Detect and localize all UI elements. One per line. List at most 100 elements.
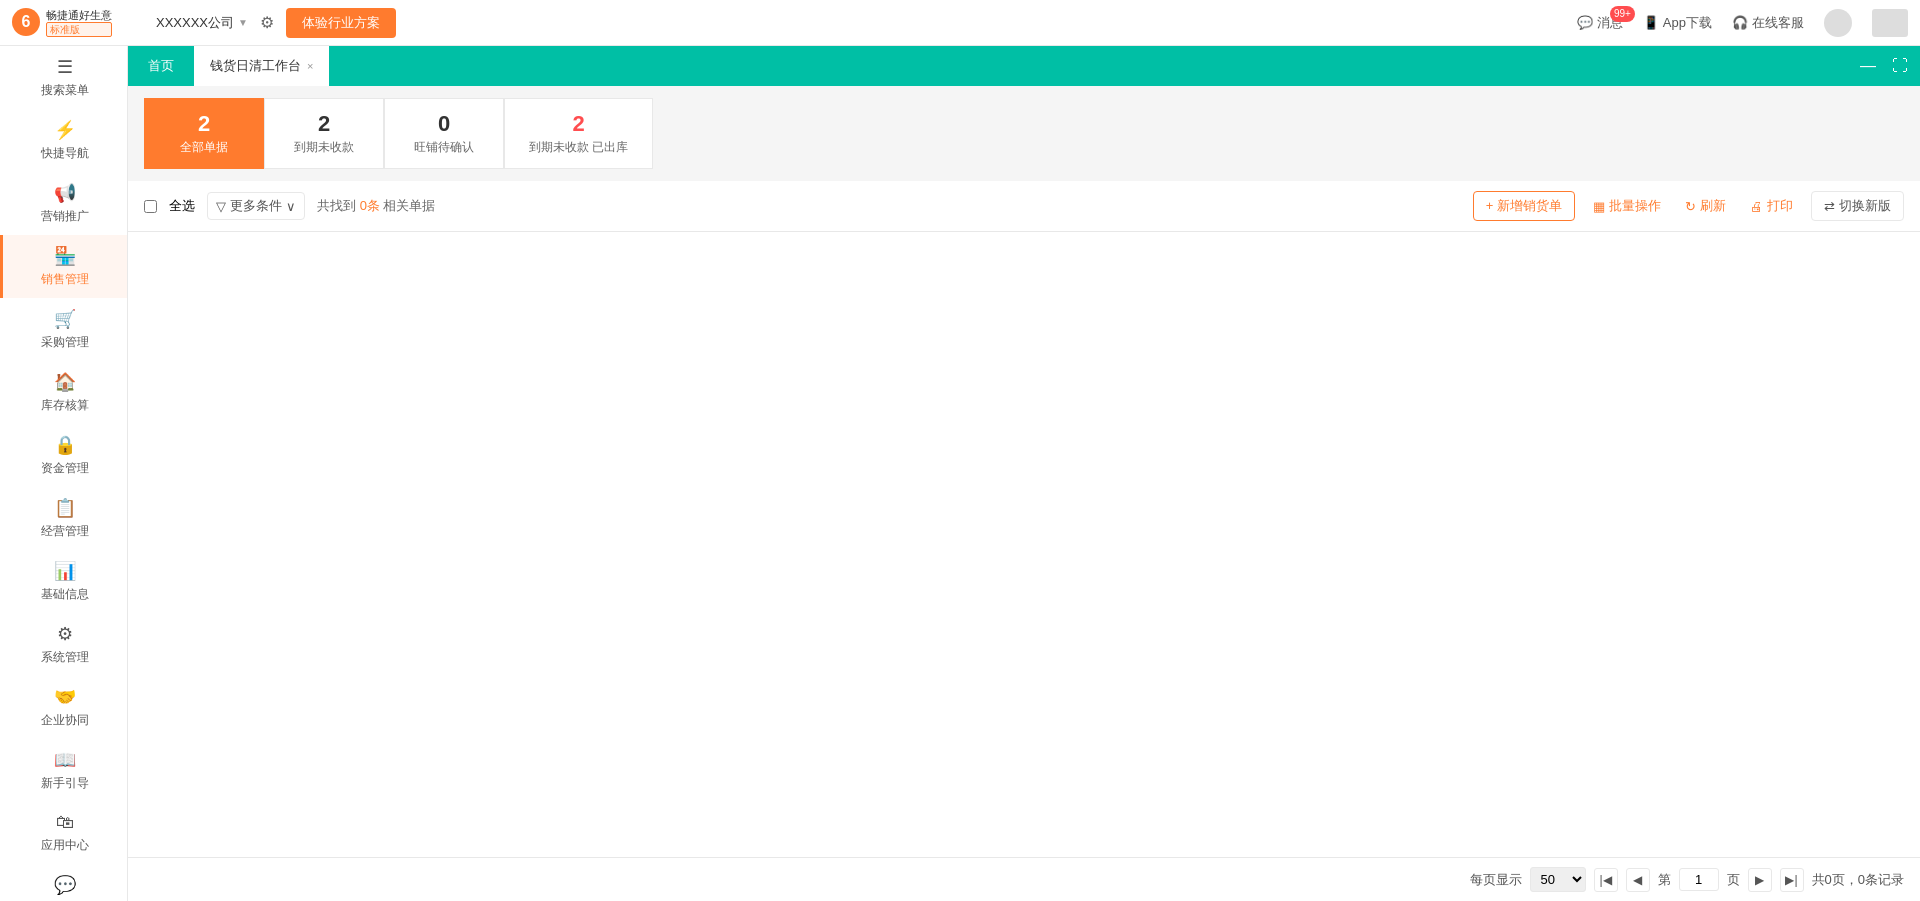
stat-card-3[interactable]: 2 到期未收款 已出库 (504, 98, 653, 169)
page-suffix: 页 (1727, 871, 1740, 889)
sidebar-item-8[interactable]: 📊 基础信息 (0, 550, 127, 613)
print-icon: 🖨 (1750, 199, 1763, 214)
stat-label-0: 全部单据 (169, 139, 239, 156)
company-name: XXXXXX公司 (156, 14, 234, 32)
sidebar-item-2[interactable]: 📢 营销推广 (0, 172, 127, 235)
print-button[interactable]: 🖨 打印 (1744, 193, 1799, 219)
filter-label: 更多条件 (230, 197, 282, 215)
chevron-down-icon: ▼ (238, 17, 248, 28)
user-dropdown[interactable] (1872, 9, 1908, 37)
refresh-button[interactable]: ↻ 刷新 (1679, 193, 1732, 219)
phone-icon: 📱 (1643, 15, 1659, 30)
sidebar-icon-13: 💬 (54, 874, 76, 896)
sidebar-label-4: 采购管理 (41, 334, 89, 351)
sidebar-icon-7: 📋 (54, 497, 76, 519)
company-selector[interactable]: XXXXXX公司 ▼ (156, 14, 248, 32)
add-sale-button[interactable]: + 新增销货单 (1473, 191, 1575, 221)
sidebar-icon-6: 🔒 (54, 434, 76, 456)
select-all-checkbox[interactable] (144, 200, 157, 213)
next-page-button[interactable]: ▶ (1748, 868, 1772, 892)
trial-button[interactable]: 体验行业方案 (286, 8, 396, 38)
settings-icon[interactable]: ⚙ (260, 13, 274, 32)
sidebar-icon-2: 📢 (54, 182, 76, 204)
page-label: 第 (1658, 871, 1671, 889)
found-suffix: 相关单据 (383, 198, 435, 213)
tab-close-icon[interactable]: × (307, 60, 313, 72)
content-area: 首页 钱货日清工作台 × — ⛶ 2 全部单据 2 到期未收款 0 旺铺待确认 … (128, 46, 1920, 901)
sidebar-label-9: 系统管理 (41, 649, 89, 666)
stat-label-1: 到期未收款 (289, 139, 359, 156)
app-download-label: App下载 (1663, 14, 1712, 32)
table-area (128, 232, 1920, 857)
tab-bar: 首页 钱货日清工作台 × — ⛶ (128, 46, 1920, 86)
avatar[interactable] (1824, 9, 1852, 37)
sidebar-item-11[interactable]: 📖 新手引导 (0, 739, 127, 802)
sidebar-item-13[interactable]: 💬 企业微信 (0, 864, 127, 901)
online-service-item[interactable]: 🎧 在线客服 (1732, 14, 1804, 32)
found-count: 0条 (360, 198, 380, 213)
sidebar-icon-3: 🏪 (54, 245, 76, 267)
main-layout: ☰ 搜索菜单 ⚡ 快捷导航 📢 营销推广 🏪 销售管理 🛒 采购管理 🏠 库存核… (0, 46, 1920, 901)
sidebar-icon-0: ☰ (57, 56, 73, 78)
refresh-label: 刷新 (1700, 197, 1726, 215)
sidebar-icon-10: 🤝 (54, 686, 76, 708)
sidebar-label-3: 销售管理 (41, 271, 89, 288)
sidebar: ☰ 搜索菜单 ⚡ 快捷导航 📢 营销推广 🏪 销售管理 🛒 采购管理 🏠 库存核… (0, 46, 128, 901)
batch-icon: ▦ (1593, 199, 1605, 214)
stat-number-2: 0 (409, 111, 479, 137)
sidebar-item-1[interactable]: ⚡ 快捷导航 (0, 109, 127, 172)
page-size-label: 每页显示 (1470, 871, 1522, 889)
first-page-button[interactable]: |◀ (1594, 868, 1618, 892)
sidebar-item-5[interactable]: 🏠 库存核算 (0, 361, 127, 424)
header-right: 💬 消息 99+ 📱 App下载 🎧 在线客服 (1577, 9, 1908, 37)
sidebar-item-3[interactable]: 🏪 销售管理 (0, 235, 127, 298)
prev-page-button[interactable]: ◀ (1626, 868, 1650, 892)
tab-active[interactable]: 钱货日清工作台 × (194, 46, 329, 86)
tab-bar-right: — ⛶ (1856, 53, 1920, 79)
sidebar-item-9[interactable]: ⚙ 系统管理 (0, 613, 127, 676)
logo-area: 6 畅捷通好生意 标准版 (12, 8, 140, 37)
message-icon: 💬 (1577, 15, 1593, 30)
sidebar-icon-1: ⚡ (54, 119, 76, 141)
switch-label: 切换新版 (1839, 197, 1891, 215)
message-item[interactable]: 💬 消息 99+ (1577, 14, 1623, 32)
found-text: 共找到 0条 相关单据 (317, 197, 435, 215)
sidebar-item-12[interactable]: 🛍 应用中心 (0, 802, 127, 864)
page-number-input[interactable] (1679, 868, 1719, 891)
found-prefix: 共找到 (317, 198, 356, 213)
minimize-icon[interactable]: — (1856, 53, 1880, 79)
select-all-label[interactable]: 全选 (169, 197, 195, 215)
sidebar-label-10: 企业协同 (41, 712, 89, 729)
sidebar-icon-11: 📖 (54, 749, 76, 771)
sidebar-label-8: 基础信息 (41, 586, 89, 603)
sidebar-item-0[interactable]: ☰ 搜索菜单 (0, 46, 127, 109)
sidebar-label-1: 快捷导航 (41, 145, 89, 162)
sidebar-icon-9: ⚙ (57, 623, 73, 645)
stat-number-0: 2 (169, 111, 239, 137)
online-service-label: 在线客服 (1752, 14, 1804, 32)
app-download-item[interactable]: 📱 App下载 (1643, 14, 1712, 32)
stat-card-2[interactable]: 0 旺铺待确认 (384, 98, 504, 169)
stat-number-3: 2 (529, 111, 628, 137)
maximize-icon[interactable]: ⛶ (1888, 53, 1912, 79)
switch-version-button[interactable]: ⇄ 切换新版 (1811, 191, 1904, 221)
stat-label-3: 到期未收款 已出库 (529, 139, 628, 156)
sidebar-item-6[interactable]: 🔒 资金管理 (0, 424, 127, 487)
sidebar-label-2: 营销推广 (41, 208, 89, 225)
sidebar-icon-8: 📊 (54, 560, 76, 582)
toolbar-right: + 新增销货单 ▦ 批量操作 ↻ 刷新 🖨 打印 ⇄ 切换新版 (1473, 191, 1904, 221)
stat-card-1[interactable]: 2 到期未收款 (264, 98, 384, 169)
sidebar-item-7[interactable]: 📋 经营管理 (0, 487, 127, 550)
sidebar-item-10[interactable]: 🤝 企业协同 (0, 676, 127, 739)
sidebar-item-4[interactable]: 🛒 采购管理 (0, 298, 127, 361)
stat-card-0[interactable]: 2 全部单据 (144, 98, 264, 169)
last-page-button[interactable]: ▶| (1780, 868, 1804, 892)
filter-button[interactable]: ▽ 更多条件 ∨ (207, 192, 305, 220)
print-label: 打印 (1767, 197, 1793, 215)
tab-home[interactable]: 首页 (128, 46, 194, 86)
page-size-select[interactable]: 50 100 200 (1530, 867, 1586, 892)
headset-icon: 🎧 (1732, 15, 1748, 30)
batch-button[interactable]: ▦ 批量操作 (1587, 193, 1667, 219)
app-name: 畅捷通好生意 (46, 8, 112, 22)
sidebar-label-7: 经营管理 (41, 523, 89, 540)
